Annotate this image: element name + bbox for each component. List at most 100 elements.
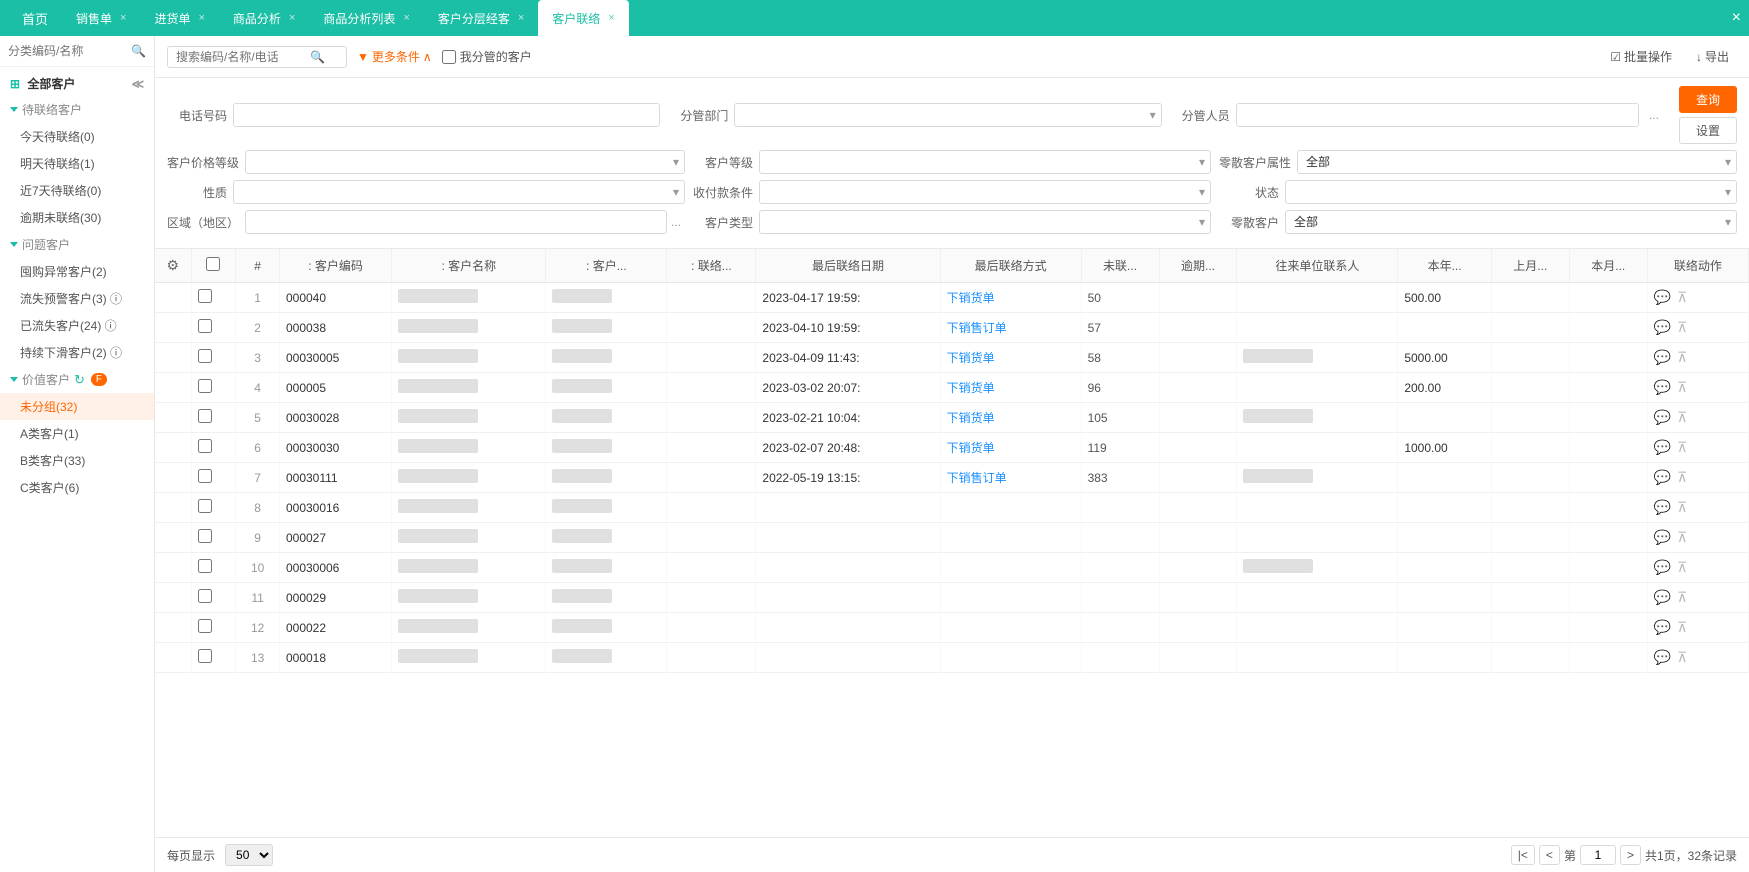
tab-customer-segment[interactable]: 客户分层经客 × (424, 0, 538, 36)
refresh-icon[interactable]: ↻ (74, 372, 85, 388)
col-this-year[interactable]: 本年... (1398, 249, 1492, 283)
row-checkbox[interactable] (198, 499, 212, 513)
sidebar-item-today[interactable]: 今天待联络(0) (0, 123, 154, 150)
settings-gear-icon[interactable]: ⚙ (166, 257, 179, 274)
row-check-cell[interactable] (191, 463, 236, 493)
col-check[interactable] (191, 249, 236, 283)
grid-action-icon[interactable]: ⊼ (1677, 559, 1687, 576)
collapse-icon[interactable]: ≪ (131, 77, 144, 91)
col-unit-contact[interactable]: 往来单位联系人 (1237, 249, 1398, 283)
problem-customers-section[interactable]: 问题客户 (0, 231, 154, 258)
tab-sales[interactable]: 销售单 × (62, 0, 140, 36)
scatter-select[interactable]: 全部 (1285, 210, 1737, 234)
nav-home[interactable]: 首页 (8, 9, 62, 28)
sidebar-item-lost[interactable]: 已流失客户(24) ⓘ (0, 312, 154, 339)
search-icon[interactable]: 🔍 (310, 50, 325, 64)
nature-select[interactable] (233, 180, 685, 204)
grid-action-icon[interactable]: ⊼ (1677, 529, 1687, 546)
sidebar-item-abnormal[interactable]: 囤购异常客户(2) (0, 258, 154, 285)
row-check-cell[interactable] (191, 523, 236, 553)
more-filters-btn[interactable]: ▼ 更多条件 ∧ (357, 48, 432, 65)
pending-contact-section[interactable]: 待联络客户 (0, 96, 154, 123)
comment-icon[interactable]: 💬 (1654, 319, 1671, 336)
sidebar-item-overdue[interactable]: 逾期未联络(30) (0, 204, 154, 231)
global-close-icon[interactable]: × (1732, 9, 1741, 27)
row-check-cell[interactable] (191, 433, 236, 463)
col-last-date[interactable]: 最后联络日期 (756, 249, 940, 283)
grid-action-icon[interactable]: ⊼ (1677, 439, 1687, 456)
page-next-btn[interactable]: > (1620, 845, 1641, 865)
row-checkbox[interactable] (198, 619, 212, 633)
tab-purchase[interactable]: 进货单 × (140, 0, 218, 36)
row-check-cell[interactable] (191, 313, 236, 343)
comment-icon[interactable]: 💬 (1654, 469, 1671, 486)
row-checkbox[interactable] (198, 559, 212, 573)
row-last-way[interactable]: 下销货单 (940, 433, 1081, 463)
row-check-cell[interactable] (191, 403, 236, 433)
col-name[interactable]: : 客户名称 (392, 249, 546, 283)
row-check-cell[interactable] (191, 493, 236, 523)
row-check-cell[interactable] (191, 643, 236, 673)
row-last-way[interactable] (940, 523, 1081, 553)
close-icon[interactable]: × (518, 12, 524, 24)
row-last-way[interactable] (940, 613, 1081, 643)
grid-action-icon[interactable]: ⊼ (1677, 349, 1687, 366)
row-last-way[interactable]: 下销售订单 (940, 313, 1081, 343)
cust-level-select[interactable] (759, 150, 1211, 174)
grid-action-icon[interactable]: ⊼ (1677, 379, 1687, 396)
row-last-way[interactable] (940, 643, 1081, 673)
row-checkbox[interactable] (198, 529, 212, 543)
row-checkbox[interactable] (198, 589, 212, 603)
sidebar-search-icon[interactable]: 🔍 (131, 44, 146, 58)
row-checkbox[interactable] (198, 319, 212, 333)
comment-icon[interactable]: 💬 (1654, 559, 1671, 576)
sidebar-item-7days[interactable]: 近7天待联络(0) (0, 177, 154, 204)
row-last-way[interactable]: 下销货单 (940, 283, 1081, 313)
row-check-cell[interactable] (191, 553, 236, 583)
grid-action-icon[interactable]: ⊼ (1677, 499, 1687, 516)
grid-action-icon[interactable]: ⊼ (1677, 409, 1687, 426)
tab-customer-contact[interactable]: 客户联络 × (538, 0, 628, 36)
reset-button[interactable]: 设置 (1679, 117, 1737, 144)
query-button[interactable]: 查询 (1679, 86, 1737, 113)
page-number-input[interactable] (1580, 845, 1616, 865)
comment-icon[interactable]: 💬 (1654, 379, 1671, 396)
value-customers-section[interactable]: 价值客户 ↻ F (0, 366, 154, 393)
row-checkbox[interactable] (198, 439, 212, 453)
row-checkbox[interactable] (198, 379, 212, 393)
comment-icon[interactable]: 💬 (1654, 439, 1671, 456)
col-overdue[interactable]: 逾期... (1159, 249, 1237, 283)
comment-icon[interactable]: 💬 (1654, 589, 1671, 606)
row-last-way[interactable]: 下销货单 (940, 403, 1081, 433)
close-icon[interactable]: × (120, 12, 126, 24)
dots-icon[interactable]: ... (1645, 108, 1663, 122)
grid-action-icon[interactable]: ⊼ (1677, 469, 1687, 486)
tab-analysis-list[interactable]: 商品分析列表 × (309, 0, 423, 36)
row-last-way[interactable]: 下销售订单 (940, 463, 1081, 493)
sidebar-item-declining[interactable]: 持续下滑客户(2) ⓘ (0, 339, 154, 366)
row-checkbox[interactable] (198, 289, 212, 303)
sidebar-search-input[interactable] (8, 44, 127, 58)
comment-icon[interactable]: 💬 (1654, 619, 1671, 636)
col-gear[interactable]: ⚙ (155, 249, 191, 283)
all-customers-header[interactable]: ⊞ 全部客户 ≪ (0, 67, 154, 96)
row-last-way[interactable]: 下销货单 (940, 373, 1081, 403)
row-last-way[interactable] (940, 583, 1081, 613)
grid-action-icon[interactable]: ⊼ (1677, 619, 1687, 636)
cust-type-select[interactable] (759, 210, 1211, 234)
grid-action-icon[interactable]: ⊼ (1677, 319, 1687, 336)
comment-icon[interactable]: 💬 (1654, 529, 1671, 546)
search-input[interactable] (176, 50, 306, 64)
my-customers-checkbox[interactable] (442, 50, 456, 64)
grid-action-icon[interactable]: ⊼ (1677, 289, 1687, 306)
page-size-select[interactable]: 50 (225, 844, 273, 866)
sidebar-item-c-class[interactable]: C类客户(6) (0, 474, 154, 501)
comment-icon[interactable]: 💬 (1654, 649, 1671, 666)
grid-action-icon[interactable]: ⊼ (1677, 589, 1687, 606)
page-prev-btn[interactable]: < (1539, 845, 1560, 865)
comment-icon[interactable]: 💬 (1654, 409, 1671, 426)
status-select[interactable] (1285, 180, 1737, 204)
sidebar-item-ungroup[interactable]: 未分组(32) (0, 393, 154, 420)
batch-op-btn[interactable]: ☑ 批量操作 (1602, 44, 1680, 69)
sidebar-item-b-class[interactable]: B类客户(33) (0, 447, 154, 474)
